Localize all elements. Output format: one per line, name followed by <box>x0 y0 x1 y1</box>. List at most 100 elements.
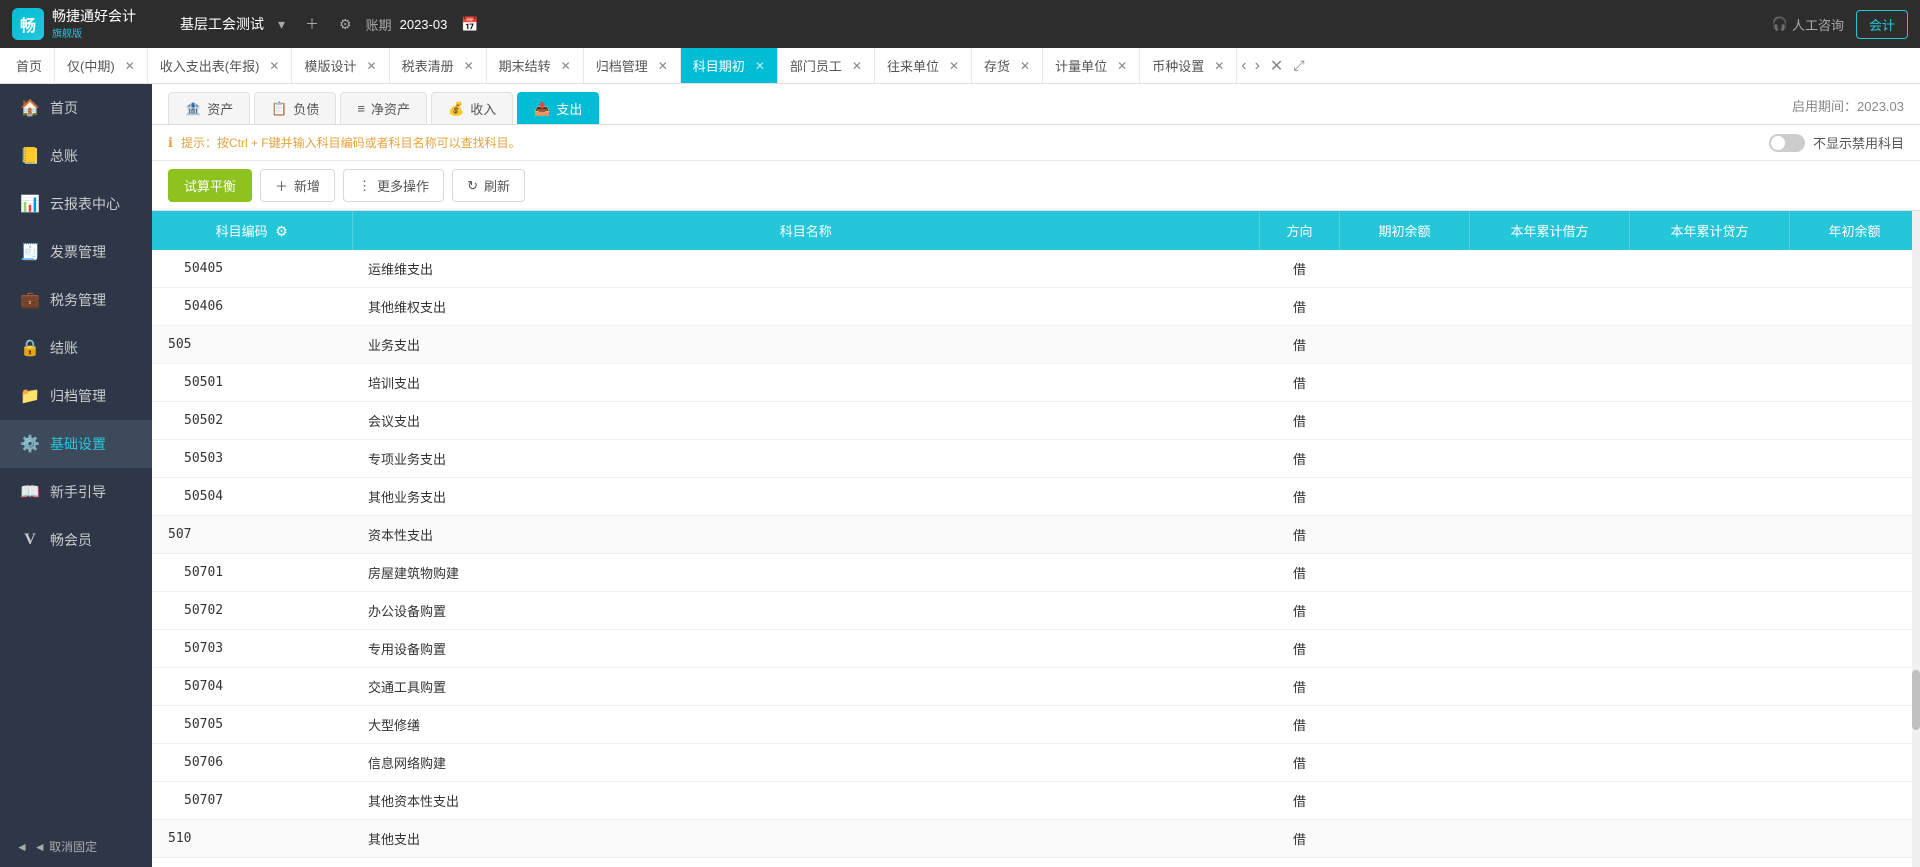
tab-home[interactable]: 首页 <box>4 48 55 84</box>
sidebar-item-report-center[interactable]: 📊 云报表中心 <box>0 180 152 228</box>
scrollbar-thumb[interactable] <box>1912 670 1920 730</box>
disable-toggle[interactable] <box>1769 134 1805 152</box>
sidebar-item-invoice[interactable]: 🧾 发票管理 <box>0 228 152 276</box>
sidebar-item-guide[interactable]: 📖 新手引导 <box>0 468 152 516</box>
scrollbar-track[interactable] <box>1912 211 1920 867</box>
tab-unit-close[interactable]: ✕ <box>1117 59 1127 73</box>
tab-dept-employee[interactable]: 部门员工 ✕ <box>778 48 875 84</box>
tab-nav-right[interactable]: › <box>1251 57 1264 75</box>
tab-period-end-close[interactable]: ✕ <box>561 59 571 73</box>
table-row[interactable]: 50707 其他资本性支出 借 <box>152 782 1920 820</box>
add-tab-btn[interactable]: ＋ <box>299 10 325 38</box>
table-container[interactable]: 科目编码 ⚙ 科目名称 方向 期初余额 本年累计借方 本年累计贷方 年初余额 5… <box>152 211 1920 867</box>
sub-tab-net-assets[interactable]: ≡ 净资产 <box>340 92 427 124</box>
calendar-icon[interactable]: 📅 <box>455 12 484 37</box>
sidebar-item-archive[interactable]: 📁 归档管理 <box>0 372 152 420</box>
tab-unit[interactable]: 计量单位 ✕ <box>1043 48 1140 84</box>
tab-inventory-close[interactable]: ✕ <box>1020 59 1030 73</box>
service-btn[interactable]: 🎧 人工咨询 <box>1772 15 1844 34</box>
tab-close-all-btn[interactable]: ✕ <box>1264 56 1289 76</box>
col-code[interactable]: 科目编码 ⚙ <box>152 211 352 250</box>
sidebar-item-member[interactable]: V 畅会员 <box>0 516 152 564</box>
service-label: 人工咨询 <box>1792 15 1844 34</box>
table-row[interactable]: 507 资本性支出 借 <box>152 516 1920 554</box>
tab-template[interactable]: 模版设计 ✕ <box>292 48 389 84</box>
table-row[interactable]: 50706 信息网络购建 借 <box>152 744 1920 782</box>
sidebar-closing-label: 结账 <box>50 338 78 358</box>
tab-tax-close[interactable]: ✕ <box>464 59 474 73</box>
tab-period-end[interactable]: 期末结转 ✕ <box>487 48 584 84</box>
sidebar-item-tax[interactable]: 💼 税务管理 <box>0 276 152 324</box>
tab-tax[interactable]: 税表清册 ✕ <box>390 48 487 84</box>
tab-archive-mgmt[interactable]: 归档管理 ✕ <box>584 48 681 84</box>
tab-income[interactable]: 收入支出表(年报) ✕ <box>148 48 293 84</box>
company-name[interactable]: 基层工会测试 <box>180 14 264 34</box>
account-btn[interactable]: 会计 <box>1856 10 1908 39</box>
tab-interim-close[interactable]: ✕ <box>125 59 135 73</box>
sidebar-collapse-btn[interactable]: ◄ ◄ 取消固定 <box>0 826 152 867</box>
cell-initial-balance <box>1340 630 1470 668</box>
cell-initial-balance <box>1340 516 1470 554</box>
assets-icon: 🏦 <box>185 101 201 117</box>
table-row[interactable]: 50703 专用设备购置 借 <box>152 630 1920 668</box>
cell-code: 50405 <box>152 250 352 288</box>
tab-income-close[interactable]: ✕ <box>269 59 279 73</box>
table-row[interactable]: 50702 办公设备购置 借 <box>152 592 1920 630</box>
table-row[interactable]: 50705 大型修缮 借 <box>152 706 1920 744</box>
cell-initial-balance <box>1340 326 1470 364</box>
sub-tab-liabilities[interactable]: 📋 负债 <box>254 92 336 124</box>
table-row[interactable]: 510 其他支出 借 <box>152 820 1920 858</box>
table-row[interactable]: 50406 其他维权支出 借 <box>152 288 1920 326</box>
sub-tab-income[interactable]: 💰 收入 <box>431 92 513 124</box>
sidebar-general-ledger-label: 总账 <box>50 146 78 166</box>
cell-direction: 借 <box>1260 478 1340 516</box>
cell-ytd-debit <box>1470 250 1630 288</box>
sidebar-item-general-ledger[interactable]: 📒 总账 <box>0 132 152 180</box>
more-actions-btn[interactable]: ⋮ 更多操作 <box>343 169 444 202</box>
refresh-btn[interactable]: ↻ 刷新 <box>452 169 525 202</box>
settings-btn[interactable]: ⚙ <box>333 12 358 37</box>
table-row[interactable]: 50502 会议支出 借 <box>152 402 1920 440</box>
sidebar-item-closing[interactable]: 🔒 结账 <box>0 324 152 372</box>
home-icon: 🏠 <box>20 98 40 118</box>
cell-ytd-credit <box>1630 516 1790 554</box>
table-row[interactable]: 50504 其他业务支出 借 <box>152 478 1920 516</box>
cell-name: 会议支出 <box>352 402 1260 440</box>
calculate-btn[interactable]: 试算平衡 <box>168 169 252 202</box>
cell-ytd-debit <box>1470 364 1630 402</box>
table-row[interactable]: 50704 交通工具购置 借 <box>152 668 1920 706</box>
tab-interim[interactable]: 仅(中期) ✕ <box>55 48 148 84</box>
tab-subject-init-close[interactable]: ✕ <box>755 59 765 73</box>
tab-dept-employee-close[interactable]: ✕ <box>852 59 862 73</box>
sidebar-item-basic-settings[interactable]: ⚙️ 基础设置 <box>0 420 152 468</box>
table-row[interactable]: 50501 培训支出 借 <box>152 364 1920 402</box>
col-ytd-credit: 本年累计贷方 <box>1630 211 1790 250</box>
table-row[interactable]: 50503 专项业务支出 借 <box>152 440 1920 478</box>
tab-currency[interactable]: 币种设置 ✕ <box>1140 48 1237 84</box>
invoice-icon: 🧾 <box>20 242 40 262</box>
cell-ytd-credit <box>1630 364 1790 402</box>
cell-ytd-debit <box>1470 744 1630 782</box>
app-logo-icon: 畅 <box>12 8 44 40</box>
tab-archive-mgmt-close[interactable]: ✕ <box>658 59 668 73</box>
sub-tab-assets[interactable]: 🏦 资产 <box>168 92 250 124</box>
tab-subject-init[interactable]: 科目期初 ✕ <box>681 48 778 84</box>
table-row[interactable]: 505 业务支出 借 <box>152 326 1920 364</box>
col-settings-icon[interactable]: ⚙ <box>275 223 288 239</box>
table-row[interactable]: 50405 运维维支出 借 <box>152 250 1920 288</box>
table-row[interactable]: 50701 房屋建筑物购建 借 <box>152 554 1920 592</box>
tab-nav-left[interactable]: ‹ <box>1237 57 1250 75</box>
tab-inventory[interactable]: 存货 ✕ <box>972 48 1043 84</box>
company-dropdown-btn[interactable]: ▾ <box>272 12 291 37</box>
table-body: 50405 运维维支出 借 50406 其他维权支出 借 505 业务支出 借 … <box>152 250 1920 858</box>
tab-counterparty-close[interactable]: ✕ <box>949 59 959 73</box>
cell-ytd-credit <box>1630 478 1790 516</box>
col-direction: 方向 <box>1260 211 1340 250</box>
tab-counterparty[interactable]: 往来单位 ✕ <box>875 48 972 84</box>
tab-expand-btn[interactable]: ⤢ <box>1289 57 1308 74</box>
tab-currency-close[interactable]: ✕ <box>1214 59 1224 73</box>
add-btn[interactable]: ＋ 新增 <box>260 169 335 202</box>
sidebar-item-home[interactable]: 🏠 首页 <box>0 84 152 132</box>
sub-tab-expenditure[interactable]: 📤 支出 <box>517 92 599 124</box>
tab-template-close[interactable]: ✕ <box>367 59 377 73</box>
